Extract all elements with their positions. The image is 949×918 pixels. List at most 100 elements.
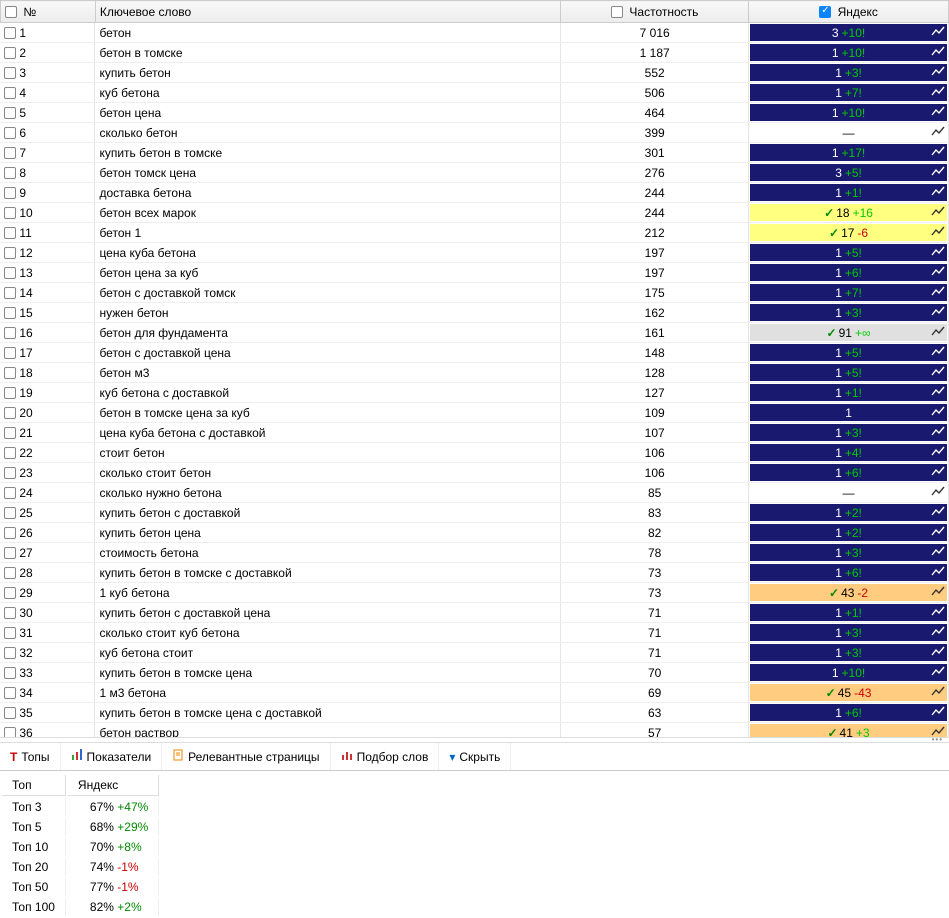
chart-icon[interactable] <box>931 165 945 179</box>
table-row[interactable]: 31сколько стоит куб бетона711+3! <box>0 623 949 643</box>
table-row[interactable]: 22стоит бетон1061+4! <box>0 443 949 463</box>
row-checkbox[interactable] <box>4 107 16 119</box>
tab-tops[interactable]: TТопы <box>0 743 61 770</box>
row-checkbox[interactable] <box>4 187 16 199</box>
row-checkbox[interactable] <box>4 547 16 559</box>
chart-icon[interactable] <box>931 725 945 737</box>
table-row[interactable]: 6сколько бетон399— <box>0 123 949 143</box>
chart-icon[interactable] <box>931 625 945 639</box>
row-checkbox[interactable] <box>4 727 16 737</box>
table-row[interactable]: 19куб бетона с доставкой1271+1! <box>0 383 949 403</box>
table-row[interactable]: 13бетон цена за куб1971+6! <box>0 263 949 283</box>
chart-icon[interactable] <box>931 505 945 519</box>
table-row[interactable]: 30купить бетон с доставкой цена711+1! <box>0 603 949 623</box>
column-header-keyword[interactable]: Ключевое слово <box>95 1 560 23</box>
keyword-table-scroll[interactable]: 1бетон7 0163+10! 2бетон в томске1 1871+1… <box>0 23 949 737</box>
chart-icon[interactable] <box>931 645 945 659</box>
chart-icon[interactable] <box>931 265 945 279</box>
table-row[interactable]: 28купить бетон в томске с доставкой731+6… <box>0 563 949 583</box>
row-checkbox[interactable] <box>4 167 16 179</box>
table-row[interactable]: 9доставка бетона2441+1! <box>0 183 949 203</box>
column-header-num[interactable]: № <box>1 1 96 23</box>
tab-indicators[interactable]: Показатели <box>61 743 163 770</box>
table-row[interactable]: 32куб бетона стоит711+3! <box>0 643 949 663</box>
row-checkbox[interactable] <box>4 647 16 659</box>
column-header-freq[interactable]: Частотность <box>561 1 749 23</box>
tab-relevant[interactable]: Релевантные страницы <box>162 743 330 770</box>
row-checkbox[interactable] <box>4 627 16 639</box>
tab-hide[interactable]: ▾Скрыть <box>439 743 511 770</box>
table-row[interactable]: 1бетон7 0163+10! <box>0 23 949 43</box>
chart-icon[interactable] <box>931 305 945 319</box>
table-row[interactable]: 11бетон 1212✓17-6 <box>0 223 949 243</box>
table-row[interactable]: 18бетон м31281+5! <box>0 363 949 383</box>
chart-icon[interactable] <box>931 685 945 699</box>
chart-icon[interactable] <box>931 45 945 59</box>
table-row[interactable]: 25купить бетон с доставкой831+2! <box>0 503 949 523</box>
chart-icon[interactable] <box>931 205 945 219</box>
row-checkbox[interactable] <box>4 87 16 99</box>
chart-icon[interactable] <box>931 125 945 139</box>
chart-icon[interactable] <box>931 105 945 119</box>
table-row[interactable]: 4куб бетона5061+7! <box>0 83 949 103</box>
row-checkbox[interactable] <box>4 467 16 479</box>
table-row[interactable]: 12цена куба бетона1971+5! <box>0 243 949 263</box>
row-checkbox[interactable] <box>4 207 16 219</box>
row-checkbox[interactable] <box>4 407 16 419</box>
table-row[interactable]: 26купить бетон цена821+2! <box>0 523 949 543</box>
row-checkbox[interactable] <box>4 367 16 379</box>
table-row[interactable]: 2бетон в томске1 1871+10! <box>0 43 949 63</box>
row-checkbox[interactable] <box>4 687 16 699</box>
table-row[interactable]: 33купить бетон в томске цена701+10! <box>0 663 949 683</box>
chart-icon[interactable] <box>931 585 945 599</box>
row-checkbox[interactable] <box>4 567 16 579</box>
chart-icon[interactable] <box>931 85 945 99</box>
row-checkbox[interactable] <box>4 347 16 359</box>
row-checkbox[interactable] <box>4 607 16 619</box>
chart-icon[interactable] <box>931 425 945 439</box>
row-checkbox[interactable] <box>4 587 16 599</box>
chart-icon[interactable] <box>931 65 945 79</box>
row-checkbox[interactable] <box>4 447 16 459</box>
row-checkbox[interactable] <box>4 27 16 39</box>
table-row[interactable]: 36бетон раствор57✓41+3 <box>0 723 949 738</box>
row-checkbox[interactable] <box>4 247 16 259</box>
chart-icon[interactable] <box>931 185 945 199</box>
row-checkbox[interactable] <box>4 427 16 439</box>
chart-icon[interactable] <box>931 285 945 299</box>
table-row[interactable]: 27стоимость бетона781+3! <box>0 543 949 563</box>
table-row[interactable]: 15нужен бетон1621+3! <box>0 303 949 323</box>
freq-header-checkbox[interactable] <box>611 6 623 18</box>
row-checkbox[interactable] <box>4 487 16 499</box>
table-row[interactable]: 10бетон всех марок244✓18+16 <box>0 203 949 223</box>
row-checkbox[interactable] <box>4 267 16 279</box>
row-checkbox[interactable] <box>4 67 16 79</box>
chart-icon[interactable] <box>931 405 945 419</box>
table-row[interactable]: 20бетон в томске цена за куб1091 <box>0 403 949 423</box>
chart-icon[interactable] <box>931 485 945 499</box>
table-row[interactable]: 5бетон цена4641+10! <box>0 103 949 123</box>
row-checkbox[interactable] <box>4 127 16 139</box>
chart-icon[interactable] <box>931 605 945 619</box>
chart-icon[interactable] <box>931 225 945 239</box>
row-checkbox[interactable] <box>4 707 16 719</box>
table-row[interactable]: 341 м3 бетона69✓45-43 <box>0 683 949 703</box>
table-row[interactable]: 291 куб бетона73✓43-2 <box>0 583 949 603</box>
chart-icon[interactable] <box>931 145 945 159</box>
row-checkbox[interactable] <box>4 227 16 239</box>
row-checkbox[interactable] <box>4 387 16 399</box>
table-row[interactable]: 3купить бетон5521+3! <box>0 63 949 83</box>
chart-icon[interactable] <box>931 385 945 399</box>
table-row[interactable]: 16бетон для фундамента161✓91+∞ <box>0 323 949 343</box>
select-all-checkbox[interactable] <box>5 6 17 18</box>
table-row[interactable]: 8бетон томск цена2763+5! <box>0 163 949 183</box>
tab-keyword-match[interactable]: Подбор слов <box>331 743 440 770</box>
row-checkbox[interactable] <box>4 147 16 159</box>
chart-icon[interactable] <box>931 665 945 679</box>
chart-icon[interactable] <box>931 325 945 339</box>
chart-icon[interactable] <box>931 705 945 719</box>
row-checkbox[interactable] <box>4 667 16 679</box>
chart-icon[interactable] <box>931 545 945 559</box>
table-row[interactable]: 17бетон с доставкой цена1481+5! <box>0 343 949 363</box>
chart-icon[interactable] <box>931 525 945 539</box>
